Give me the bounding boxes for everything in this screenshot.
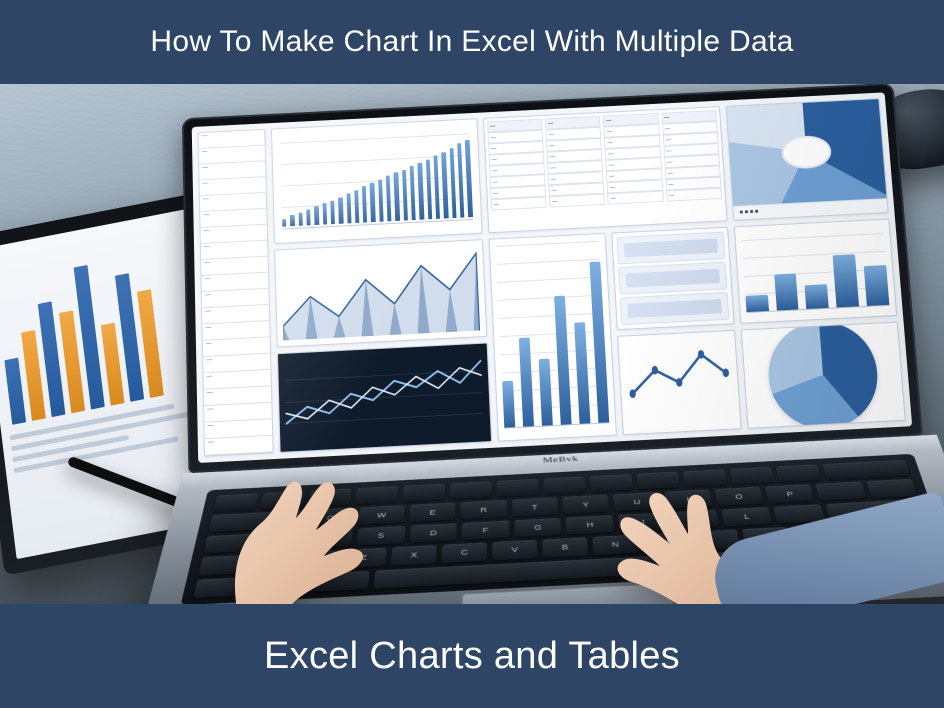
chart-pie-top: ■ ■ ■ ■ [725,98,888,220]
chart-sparkline [617,330,742,435]
laptop-brand: MeBvk [543,455,579,465]
chart-area [274,239,487,347]
header-band: How To Make Chart In Excel With Multiple… [0,0,944,84]
tablet-bar-chart [0,220,201,426]
hero-image: ———— ———— ———— ———— ———— ———————————————… [0,84,944,604]
chart-multiline-dark [277,342,492,453]
chart-bar-right [734,218,898,323]
laptop-lid: ———— ———— ———— ———— ———— ———————————————… [182,84,923,473]
chart-bar-large [271,118,482,243]
footer-title: Excel Charts and Tables [264,635,680,678]
header-title: How To Make Chart In Excel With Multiple… [150,25,793,59]
row-headers-strip: ———— ———— ———— ———— ———— [198,129,274,457]
data-table-top: ———————————————————————————————— [483,106,728,233]
laptop-screen: ———— ———— ———— ———— ———— ———————————————… [192,92,913,463]
chart-pie-bottom [741,321,906,428]
hand-left [220,464,410,604]
kpi-cards [611,226,734,330]
footer-band: Excel Charts and Tables [0,604,944,708]
chart-bar-center [488,233,616,442]
